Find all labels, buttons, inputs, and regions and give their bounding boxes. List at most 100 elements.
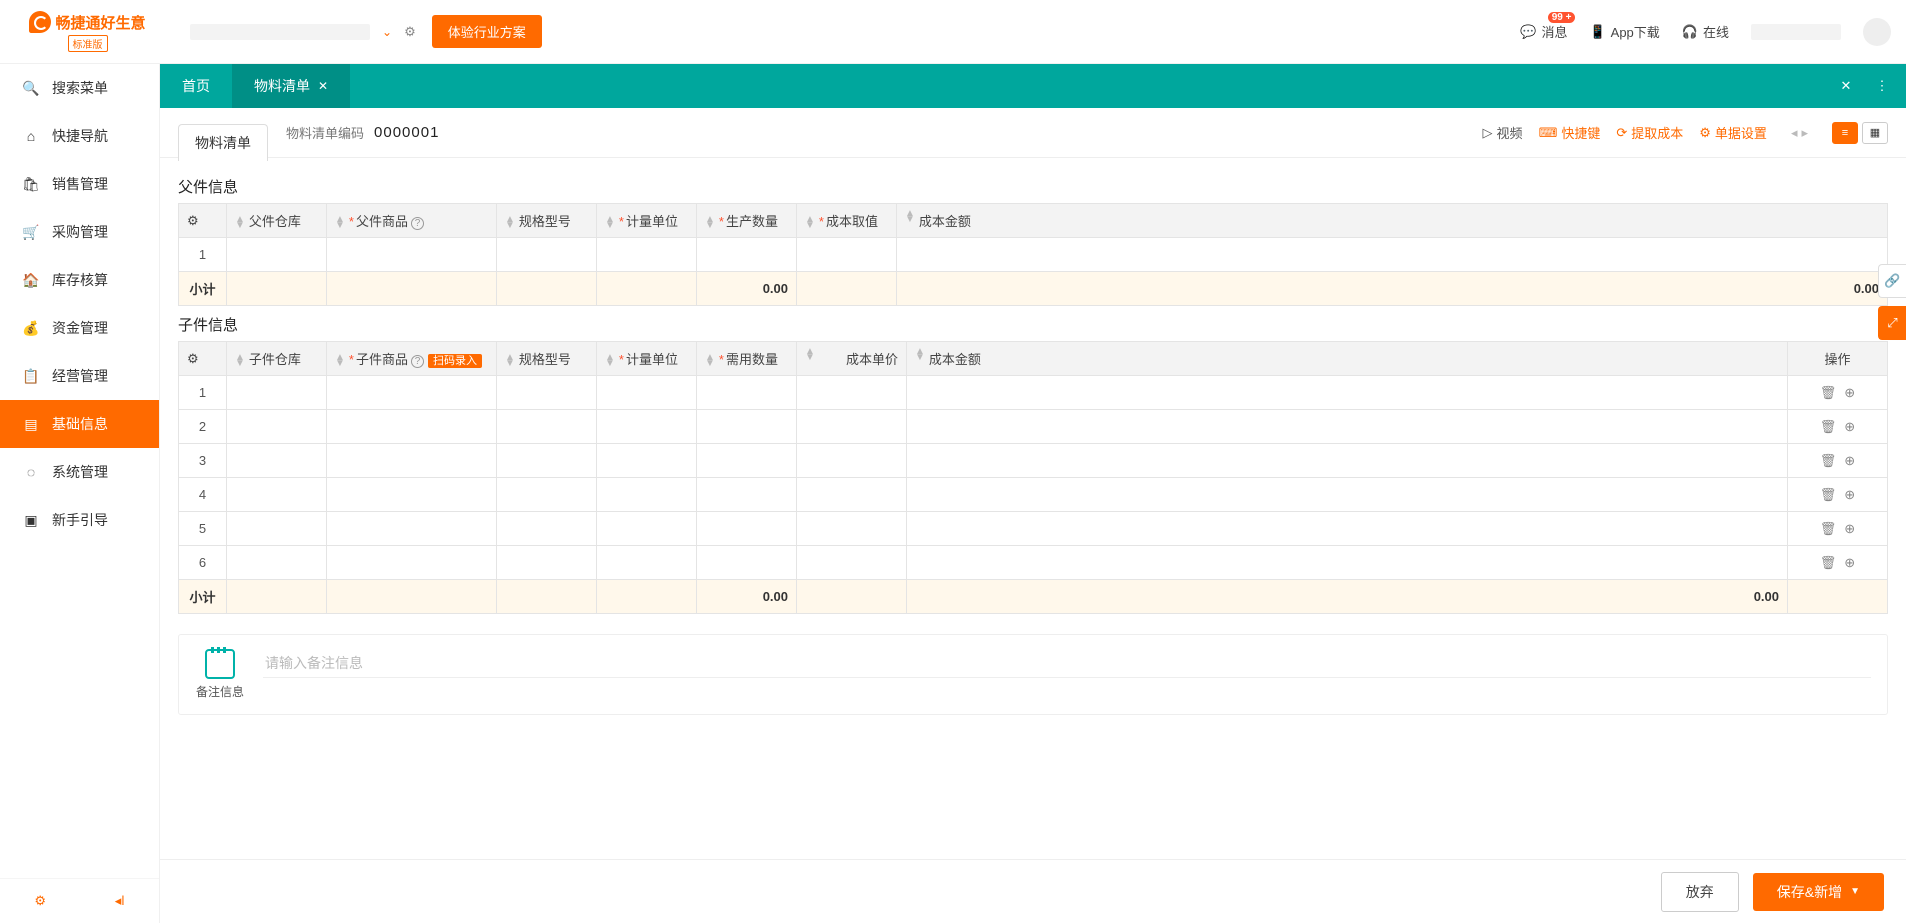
search-icon: 🔍 [22,79,40,97]
delete-icon[interactable]: 🗑 [1820,385,1837,400]
add-icon[interactable]: ⊕ [1844,555,1855,570]
col-parent-cost-amount[interactable]: ▲▼成本金额 [897,204,1888,238]
code-label: 物料清单编码 [286,123,364,142]
delete-icon[interactable]: 🗑 [1820,453,1837,468]
close-all-icon[interactable]: ✕ [1830,70,1862,102]
subtotal-row: 小计 0.00 0.00 [179,580,1888,614]
help-icon[interactable]: ? [411,217,424,230]
col-child-product[interactable]: ▲▼*子件商品?扫码录入 [327,342,497,376]
messages-label: 消息 [1541,22,1567,41]
cta-button[interactable]: 体验行业方案 [432,15,542,48]
col-child-spec[interactable]: ▲▼规格型号 [497,342,597,376]
chat-icon: 💬 [1520,24,1536,40]
discard-button[interactable]: 放弃 [1661,872,1739,912]
col-child-qty[interactable]: ▲▼*需用数量 [697,342,797,376]
sidebar-item-basicinfo[interactable]: ▤基础信息 [0,400,159,448]
col-parent-qty[interactable]: ▲▼*生产数量 [697,204,797,238]
col-child-unit[interactable]: ▲▼*计量单位 [597,342,697,376]
sidebar-item-guide[interactable]: ▣新手引导 [0,496,159,544]
view-list-icon[interactable]: ≡ [1832,122,1858,144]
sidebar-item-operation[interactable]: 📋经营管理 [0,352,159,400]
add-icon[interactable]: ⊕ [1844,385,1855,400]
delete-icon[interactable]: 🗑 [1820,555,1837,570]
extract-cost-label: 提取成本 [1631,123,1683,142]
chevron-down-icon: ▼ [1850,886,1860,897]
remark-block: 备注信息 [178,634,1888,715]
gear-icon[interactable]: ⚙ [404,24,416,40]
shortcut-link[interactable]: ⌨快捷键 [1539,123,1601,142]
sidebar-item-system[interactable]: ◌系统管理 [0,448,159,496]
avatar[interactable] [1863,18,1891,46]
col-parent-cost-method[interactable]: ▲▼*成本取值 [797,204,897,238]
tab-bom[interactable]: 物料清单 ✕ [232,64,350,108]
col-parent-unit[interactable]: ▲▼*计量单位 [597,204,697,238]
table-row[interactable]: 1🗑⊕ [179,376,1888,410]
prev-icon[interactable]: ◂ [1791,125,1798,141]
col-child-cost-amount[interactable]: ▲▼成本金额 [907,342,1788,376]
sidebar-item-sales[interactable]: 🛍销售管理 [0,160,159,208]
col-settings[interactable]: ⚙ [179,204,227,238]
subtotal-label: 小计 [179,272,227,306]
sidebar-item-search[interactable]: 🔍搜索菜单 [0,64,159,112]
bag-icon: 🛒 [22,223,40,241]
col-parent-product[interactable]: ▲▼*父件商品? [327,204,497,238]
video-link[interactable]: ▷视频 [1483,123,1523,142]
app-download-link[interactable]: 📱 App下载 [1589,22,1659,41]
scan-tag[interactable]: 扫码录入 [428,354,482,368]
col-settings[interactable]: ⚙ [179,342,227,376]
child-table: ⚙ ▲▼子件仓库 ▲▼*子件商品?扫码录入 ▲▼规格型号 ▲▼*计量单位 ▲▼*… [178,341,1888,614]
delete-icon[interactable]: 🗑 [1820,419,1837,434]
more-tabs-icon[interactable]: ⋮ [1866,70,1898,102]
doc-settings-link[interactable]: ⚙单据设置 [1699,123,1767,142]
remark-input[interactable] [263,649,1871,678]
attachment-icon[interactable]: 🔗 [1878,264,1906,298]
sidebar-item-inventory[interactable]: 🏠库存核算 [0,256,159,304]
row-ops: 🗑⊕ [1788,410,1888,444]
delete-icon[interactable]: 🗑 [1820,487,1837,502]
floating-tools: 🔗 ⤢ [1878,264,1906,340]
view-card-icon[interactable]: ▦ [1862,122,1888,144]
row-number: 1 [179,238,227,272]
col-child-warehouse[interactable]: ▲▼子件仓库 [227,342,327,376]
add-icon[interactable]: ⊕ [1844,521,1855,536]
table-row[interactable]: 6🗑⊕ [179,546,1888,580]
home-icon: ⌂ [22,127,40,145]
table-row[interactable]: 1 [179,238,1888,272]
table-row[interactable]: 4🗑⊕ [179,478,1888,512]
play-icon: ▷ [1483,125,1493,141]
online-support-link[interactable]: 🎧 在线 [1682,22,1729,41]
sidebar-item-purchase[interactable]: 🛒 采购管理 [0,208,159,256]
gear-icon: ⚙ [1699,125,1711,141]
next-icon[interactable]: ▸ [1801,125,1808,141]
doc-settings-label: 单据设置 [1715,123,1767,142]
sidebar-item-quicknav[interactable]: ⌂快捷导航 [0,112,159,160]
expand-icon[interactable]: ⤢ [1878,306,1906,340]
messages-badge: 99 + [1548,12,1576,23]
settings-gear-icon[interactable]: ⚙ [34,893,46,909]
help-icon[interactable]: ? [411,355,424,368]
subtotal-label: 小计 [179,580,227,614]
save-new-button[interactable]: 保存&新增 ▼ [1753,873,1884,911]
subtotal-qty: 0.00 [697,272,797,306]
table-row[interactable]: 3🗑⊕ [179,444,1888,478]
tab-home[interactable]: 首页 [160,64,232,108]
keyboard-icon: ⌨ [1539,125,1558,141]
add-icon[interactable]: ⊕ [1844,419,1855,434]
col-parent-spec[interactable]: ▲▼规格型号 [497,204,597,238]
add-icon[interactable]: ⊕ [1844,453,1855,468]
online-label: 在线 [1703,22,1729,41]
extract-cost-link[interactable]: ⟳提取成本 [1616,123,1683,142]
guide-icon: ▣ [22,511,40,529]
org-selector[interactable]: ⌄ ⚙ [190,24,416,40]
table-row[interactable]: 5🗑⊕ [179,512,1888,546]
col-parent-warehouse[interactable]: ▲▼父件仓库 [227,204,327,238]
delete-icon[interactable]: 🗑 [1820,521,1837,536]
table-row[interactable]: 2🗑⊕ [179,410,1888,444]
sidebar-item-label: 采购管理 [52,222,108,242]
collapse-icon[interactable]: ◂ǀ [115,893,125,909]
messages-link[interactable]: 💬 消息 99 + [1520,22,1567,41]
col-child-unit-cost[interactable]: ▲▼成本单价 [797,342,907,376]
close-icon[interactable]: ✕ [318,79,328,93]
sidebar-item-funds[interactable]: 💰资金管理 [0,304,159,352]
add-icon[interactable]: ⊕ [1844,487,1855,502]
